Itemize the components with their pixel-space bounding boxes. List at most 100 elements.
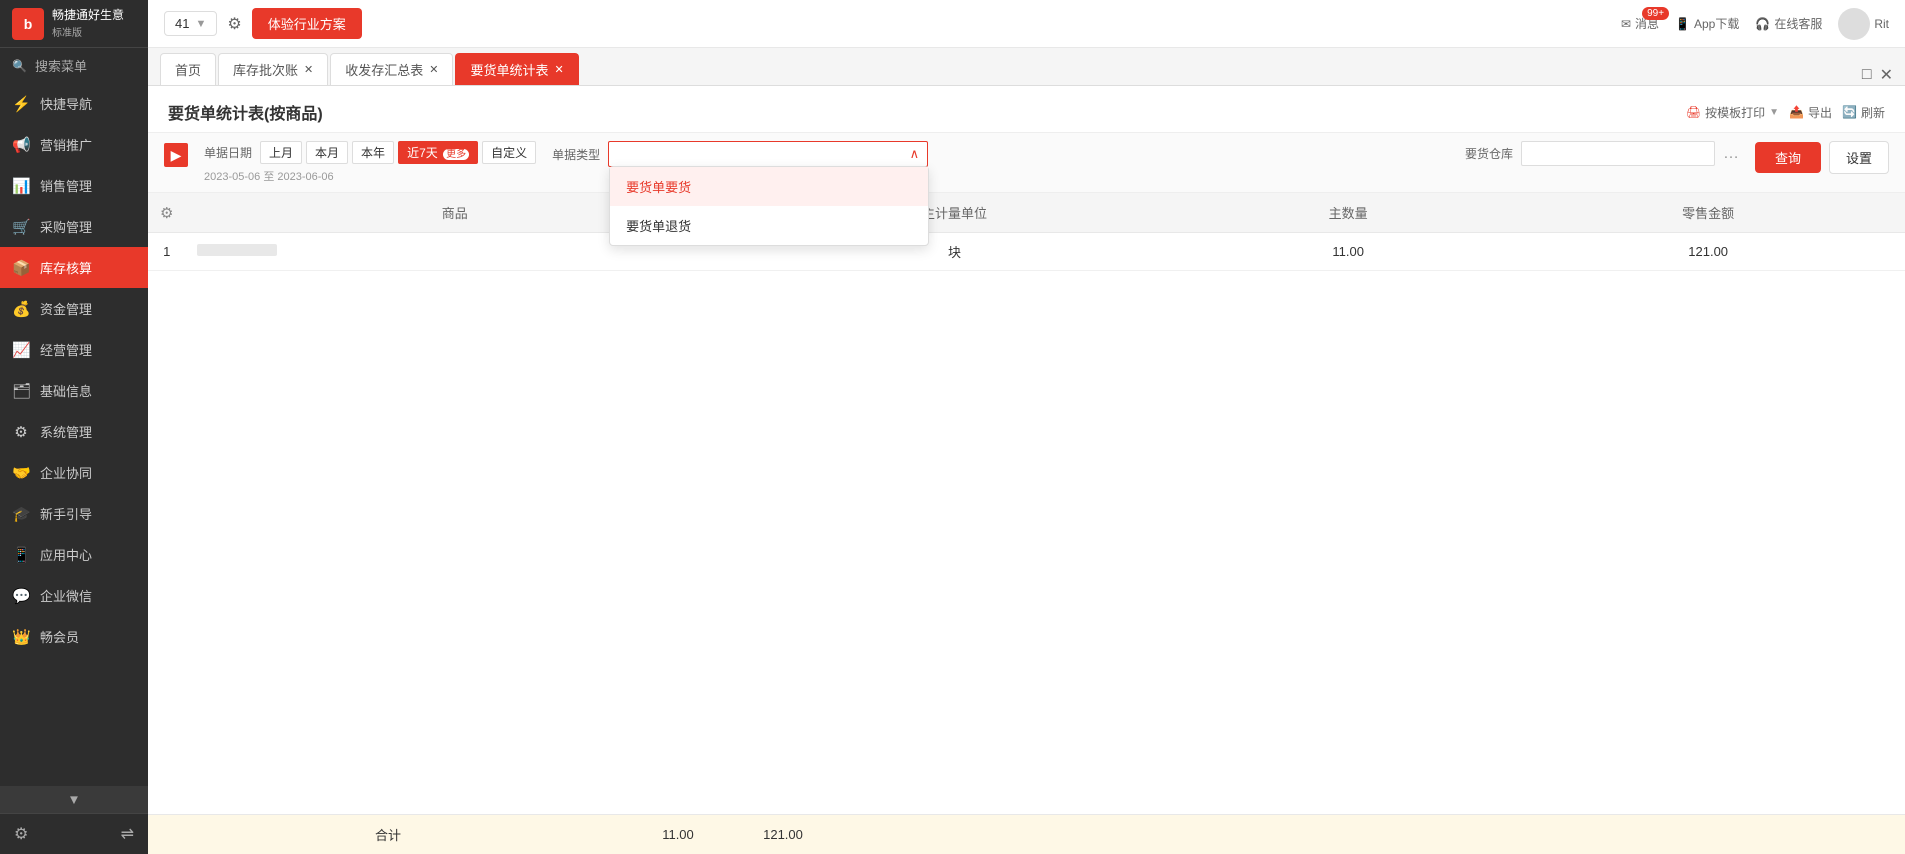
footer-qty: 11.00 [628, 827, 728, 842]
print-template-btn[interactable]: 🖨 按模板打印 ▼ [1686, 104, 1779, 121]
sidebar-item-wechat[interactable]: 💬 企业微信 [0, 575, 148, 616]
app-sub: 标准版 [52, 24, 124, 39]
page-title-bar: 要货单统计表(按商品) 🖨 按模板打印 ▼ 📤 导出 🔄 刷新 [148, 86, 1905, 132]
download-icon: 📱 [1675, 17, 1690, 31]
page-actions: 🖨 按模板打印 ▼ 📤 导出 🔄 刷新 [1686, 104, 1885, 121]
sidebar-item-guide[interactable]: 🎓 新手引导 [0, 493, 148, 534]
table-row: 1 块 11.00 121.00 [148, 233, 1905, 271]
tab-close-order-summary[interactable]: ✕ [555, 63, 564, 76]
sidebar-item-inventory[interactable]: 📦 库存核算 [0, 247, 148, 288]
guide-icon: 🎓 [12, 505, 30, 523]
prev-month-btn[interactable]: 上月 [260, 141, 302, 164]
quick-nav-icon: ⚡ [12, 95, 30, 113]
topbar: 41 ▼ ⚙ 体验行业方案 ✉ 消息 99+ 📱 App下载 🎧 在线客服 R [148, 0, 1905, 48]
table-col-qty: 主数量 [1185, 193, 1511, 233]
tab-batch-stock[interactable]: 库存批次账 ✕ [218, 53, 328, 85]
inventory-icon: 📦 [12, 259, 30, 277]
filter-expand-btn[interactable]: ▶ [164, 143, 188, 167]
table-settings-icon[interactable]: ⚙ [160, 205, 173, 222]
type-input[interactable] [609, 143, 901, 166]
online-service-btn[interactable]: 🎧 在线客服 [1755, 15, 1822, 32]
topbar-right: ✉ 消息 99+ 📱 App下载 🎧 在线客服 Rit [1621, 8, 1889, 40]
avatar [1838, 8, 1870, 40]
sidebar-item-purchase[interactable]: 🛒 采购管理 [0, 206, 148, 247]
warehouse-more-icon[interactable]: … [1723, 145, 1739, 163]
table-body: 1 块 11.00 121.00 [148, 233, 1905, 271]
search-btn[interactable]: 查询 [1755, 142, 1821, 173]
tab-order-summary[interactable]: 要货单统计表 ✕ [455, 53, 578, 85]
tabs-actions: □ ✕ [1862, 65, 1893, 85]
filter-bar: ▶ 单据日期 上月 本月 本年 近7天 更多 自定义 2023- [148, 132, 1905, 193]
operations-icon: 📈 [12, 341, 30, 359]
table-wrap: ⚙ 商品 主计量单位 主数量 零售金额 1 块 [148, 193, 1905, 814]
settings-btn[interactable]: 设置 [1829, 141, 1889, 174]
type-input-wrap: ∧ 要货单要货 要货单退货 [608, 141, 928, 167]
messages-btn[interactable]: ✉ 消息 99+ [1621, 15, 1659, 32]
custom-date-btn[interactable]: 自定义 [482, 141, 536, 164]
tabs-maximize-icon[interactable]: □ [1862, 66, 1872, 84]
app-download-btn[interactable]: 📱 App下载 [1675, 15, 1739, 32]
product-placeholder [197, 244, 277, 256]
tabs-close-icon[interactable]: ✕ [1880, 65, 1893, 85]
enterprise-icon: 🤝 [12, 464, 30, 482]
sidebar-item-quick-nav[interactable]: ⚡ 快捷导航 [0, 83, 148, 124]
settings-footer-icon[interactable]: ⚙ [14, 824, 28, 844]
data-table: ⚙ 商品 主计量单位 主数量 零售金额 1 块 [148, 193, 1905, 271]
date-range: 2023-05-06 至 2023-06-06 [204, 168, 334, 184]
sidebar-footer: ⚙ ⇌ [0, 813, 148, 854]
row-no: 1 [148, 233, 185, 271]
row-amount: 121.00 [1511, 233, 1905, 271]
tab-receive-summary[interactable]: 收发存汇总表 ✕ [330, 53, 453, 85]
system-icon: ⚙ [12, 423, 30, 441]
tab-close-batch-stock[interactable]: ✕ [304, 63, 313, 76]
sales-icon: 📊 [12, 177, 30, 195]
search-icon: 🔍 [12, 59, 27, 73]
sidebar-scroll-down[interactable]: ▼ [0, 786, 148, 813]
search-menu[interactable]: 🔍 搜索菜单 [0, 48, 148, 83]
app-logo: b [12, 8, 44, 40]
tab-home[interactable]: 首页 [160, 53, 216, 85]
tenant-selector[interactable]: 41 ▼ [164, 11, 217, 36]
table-col-settings: ⚙ [148, 193, 185, 233]
basics-icon: 🗂 [12, 382, 30, 400]
messages-badge: 99+ [1642, 7, 1669, 20]
date-filter-row: 单据日期 上月 本月 本年 近7天 更多 自定义 [204, 141, 536, 164]
last7days-btn[interactable]: 近7天 更多 [398, 141, 478, 164]
main-area: 41 ▼ ⚙ 体验行业方案 ✉ 消息 99+ 📱 App下载 🎧 在线客服 R [148, 0, 1905, 854]
sidebar-item-enterprise[interactable]: 🤝 企业协同 [0, 452, 148, 493]
sidebar-item-operations[interactable]: 📈 经营管理 [0, 329, 148, 370]
export-icon: 📤 [1789, 105, 1804, 119]
sidebar-item-sales[interactable]: 📊 销售管理 [0, 165, 148, 206]
footer-amount: 121.00 [728, 827, 838, 842]
dropdown-item-order-return[interactable]: 要货单退货 [610, 206, 928, 245]
apps-icon: 📱 [12, 546, 30, 564]
trial-btn[interactable]: 体验行业方案 [252, 8, 362, 39]
type-dropdown: 要货单要货 要货单退货 [609, 166, 929, 246]
date-btns: 上月 本月 本年 近7天 更多 自定义 [260, 141, 536, 164]
sidebar-item-marketing[interactable]: 📢 营销推广 [0, 124, 148, 165]
sidebar-item-member[interactable]: 👑 畅会员 [0, 616, 148, 657]
sidebar-item-apps[interactable]: 📱 应用中心 [0, 534, 148, 575]
sidebar-item-system[interactable]: ⚙ 系统管理 [0, 411, 148, 452]
marketing-icon: 📢 [12, 136, 30, 154]
user-profile[interactable]: Rit [1838, 8, 1889, 40]
tab-close-receive-summary[interactable]: ✕ [429, 63, 438, 76]
collapse-icon[interactable]: ⇌ [121, 824, 134, 844]
member-icon: 👑 [12, 628, 30, 646]
warehouse-input[interactable] [1521, 141, 1715, 166]
sidebar-item-basics[interactable]: 🗂 基础信息 [0, 370, 148, 411]
content-area: 要货单统计表(按商品) 🖨 按模板打印 ▼ 📤 导出 🔄 刷新 ▶ [148, 86, 1905, 854]
table-head: ⚙ 商品 主计量单位 主数量 零售金额 [148, 193, 1905, 233]
app-name: 畅捷通好生意 [52, 8, 124, 24]
date-filter-label: 单据日期 [204, 144, 252, 161]
this-year-btn[interactable]: 本年 [352, 141, 394, 164]
table-header-row: ⚙ 商品 主计量单位 主数量 零售金额 [148, 193, 1905, 233]
topbar-settings-icon[interactable]: ⚙ [227, 14, 241, 34]
type-chevron-icon[interactable]: ∧ [902, 142, 928, 166]
sidebar-item-finance[interactable]: 💰 资金管理 [0, 288, 148, 329]
refresh-btn[interactable]: 🔄 刷新 [1842, 104, 1885, 121]
wechat-icon: 💬 [12, 587, 30, 605]
this-month-btn[interactable]: 本月 [306, 141, 348, 164]
dropdown-item-order-goods[interactable]: 要货单要货 [610, 167, 928, 206]
export-btn[interactable]: 📤 导出 [1789, 104, 1832, 121]
